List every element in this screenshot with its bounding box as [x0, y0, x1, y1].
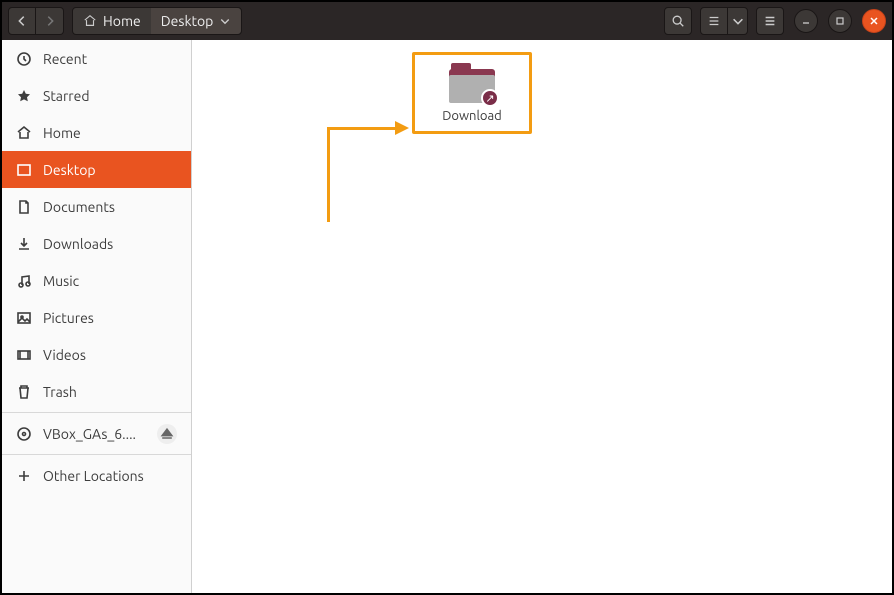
sidebar-label: Documents [43, 199, 115, 215]
sidebar: Recent Starred Home Desktop Documents Do… [2, 40, 192, 593]
sidebar-item-home[interactable]: Home [2, 114, 191, 151]
star-icon [16, 88, 32, 104]
sidebar-label: Desktop [43, 162, 96, 178]
back-button[interactable] [8, 7, 36, 35]
sidebar-item-documents[interactable]: Documents [2, 188, 191, 225]
menu-button[interactable] [756, 7, 784, 35]
path-label: Desktop [161, 13, 214, 29]
separator [2, 454, 191, 455]
folder-item-download[interactable]: ↗ Download [412, 52, 532, 134]
eject-button[interactable] [157, 424, 177, 444]
sidebar-label: VBox_GAs_6.... [43, 426, 136, 442]
maximize-button[interactable] [828, 9, 852, 33]
path-segment-desktop[interactable]: Desktop [151, 8, 242, 34]
pathbar: Home Desktop [72, 7, 242, 35]
trash-icon [16, 384, 32, 400]
sidebar-item-recent[interactable]: Recent [2, 40, 191, 77]
sidebar-label: Other Locations [43, 468, 144, 484]
close-button[interactable] [862, 9, 886, 33]
list-view-button[interactable] [700, 7, 728, 35]
content-area[interactable]: ↗ Download [192, 40, 892, 593]
documents-icon [16, 199, 32, 215]
sidebar-label: Starred [43, 88, 90, 104]
folder-link-icon: ↗ [449, 63, 495, 103]
sidebar-label: Downloads [43, 236, 113, 252]
sidebar-item-other-locations[interactable]: Other Locations [2, 457, 191, 494]
forward-button[interactable] [36, 7, 64, 35]
videos-icon [16, 347, 32, 363]
sidebar-item-music[interactable]: Music [2, 262, 191, 299]
separator [2, 412, 191, 413]
sidebar-item-starred[interactable]: Starred [2, 77, 191, 114]
sidebar-label: Music [43, 273, 79, 289]
main: Recent Starred Home Desktop Documents Do… [2, 40, 892, 593]
path-segment-home[interactable]: Home [73, 8, 151, 34]
sidebar-item-pictures[interactable]: Pictures [2, 299, 191, 336]
sidebar-item-trash[interactable]: Trash [2, 373, 191, 410]
titlebar: Home Desktop [2, 2, 892, 40]
sidebar-item-videos[interactable]: Videos [2, 336, 191, 373]
view-dropdown-button[interactable] [728, 7, 748, 35]
sidebar-item-downloads[interactable]: Downloads [2, 225, 191, 262]
desktop-icon [16, 162, 32, 178]
music-icon [16, 273, 32, 289]
sidebar-label: Home [43, 125, 81, 141]
disc-icon [16, 426, 32, 442]
sidebar-item-device[interactable]: VBox_GAs_6.... [2, 415, 191, 452]
view-buttons [700, 7, 748, 35]
home-icon [16, 125, 32, 141]
sidebar-label: Trash [43, 384, 77, 400]
path-label: Home [103, 13, 141, 29]
pictures-icon [16, 310, 32, 326]
symlink-badge-icon: ↗ [481, 89, 499, 107]
minimize-button[interactable] [794, 9, 818, 33]
sidebar-label: Pictures [43, 310, 94, 326]
file-label: Download [442, 109, 502, 123]
sidebar-label: Videos [43, 347, 86, 363]
downloads-icon [16, 236, 32, 252]
search-button[interactable] [664, 7, 692, 35]
sidebar-item-desktop[interactable]: Desktop [2, 151, 191, 188]
plus-icon [16, 468, 32, 484]
nav-buttons [8, 7, 64, 35]
clock-icon [16, 51, 32, 67]
sidebar-label: Recent [43, 51, 87, 67]
